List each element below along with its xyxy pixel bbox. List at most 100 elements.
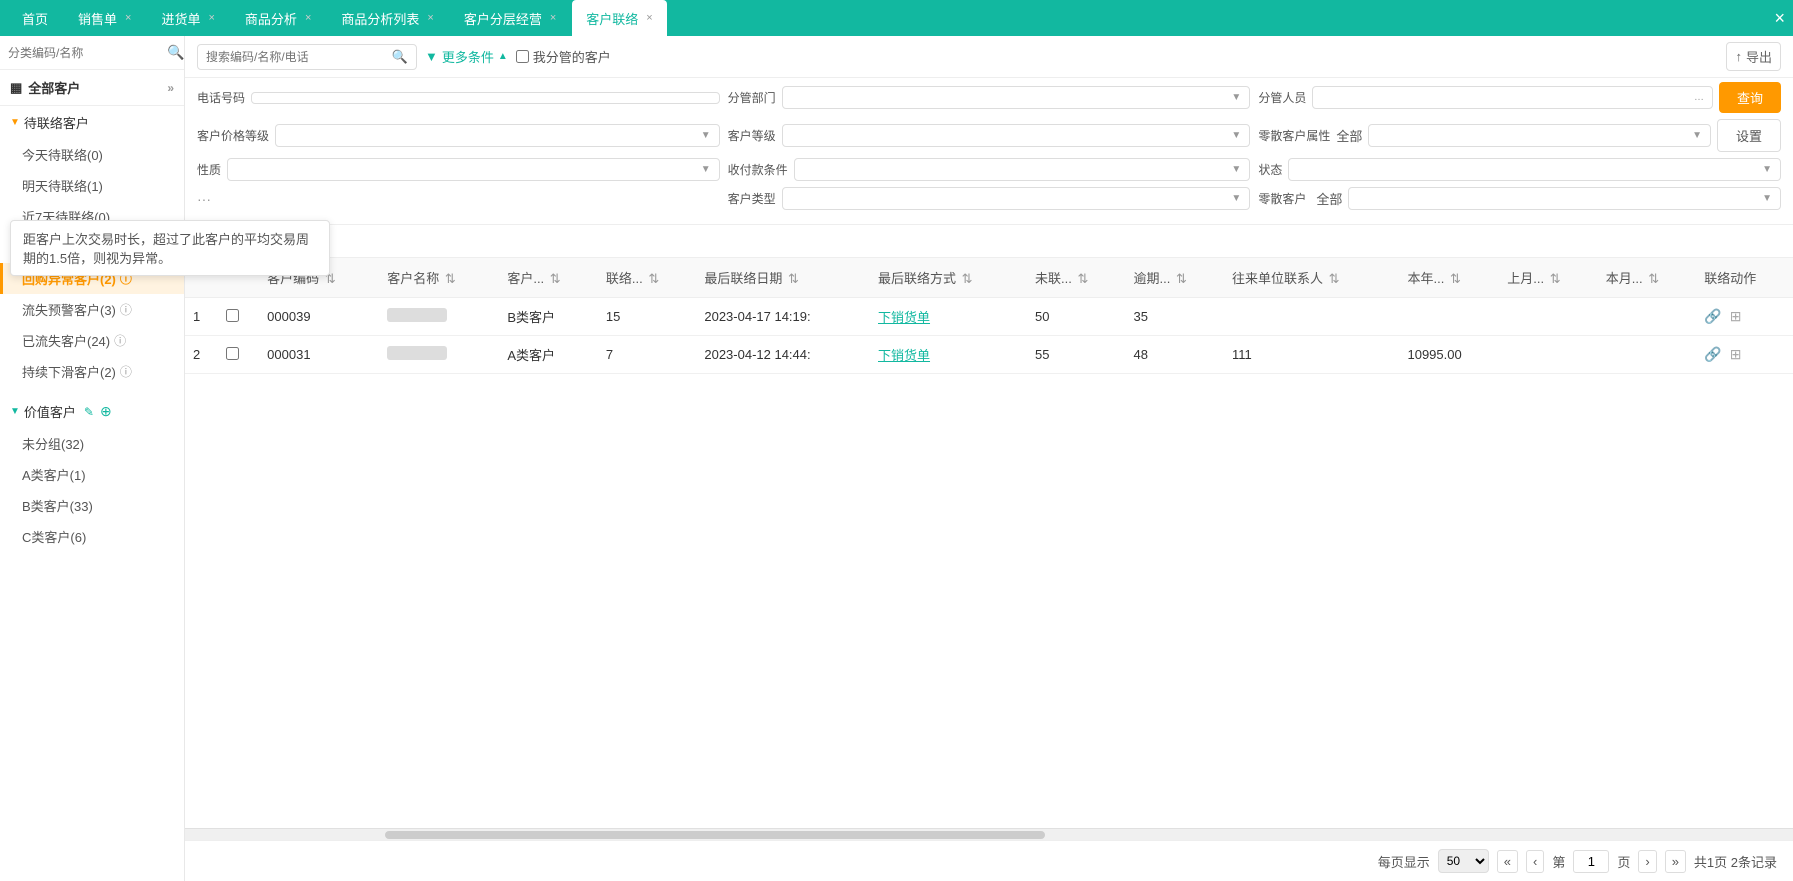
sort-icon-contact[interactable]: ⇅ [648, 271, 659, 286]
sidebar-search-input[interactable] [8, 46, 163, 60]
row2-action-grid-icon[interactable]: ⊞ [1730, 346, 1742, 363]
window-close-icon[interactable]: × [1774, 8, 1785, 29]
sort-icon-contact-person[interactable]: ⇅ [1329, 271, 1340, 286]
grid-icon: ▦ [10, 80, 22, 96]
row1-overdue: 35 [1126, 298, 1225, 336]
sort-icon-last-month[interactable]: ⇅ [1550, 271, 1561, 286]
edit-icon[interactable]: ✎ [84, 405, 94, 419]
settings-button[interactable]: 设置 [1717, 119, 1781, 152]
row1-not-contact: 50 [1027, 298, 1126, 336]
row2-last-method-link[interactable]: 下销货单 [878, 348, 930, 363]
nav-tab-home[interactable]: 首页 [8, 0, 62, 36]
sort-icon-this-month[interactable]: ⇅ [1648, 271, 1659, 286]
payment-dropdown-icon: ▼ [1231, 164, 1241, 175]
row2-last-month [1499, 336, 1598, 374]
nav-tab-sales-close[interactable]: × [125, 12, 131, 24]
retail-select[interactable]: ▼ [1348, 187, 1781, 210]
dept-label: 分管部门 [728, 89, 776, 106]
per-page-select[interactable]: 50 100 200 [1438, 849, 1489, 873]
more-conditions-btn[interactable]: ▼ 更多条件 ▲ [425, 47, 508, 66]
sort-icon-not-contact[interactable]: ⇅ [1077, 271, 1088, 286]
col-type: 客户... ⇅ [499, 258, 598, 298]
custtype-select[interactable]: ▼ [782, 187, 1251, 210]
row1-action-link-icon[interactable]: 🔗 [1704, 308, 1721, 325]
row2-name-blurred [387, 346, 447, 360]
first-page-btn[interactable]: « [1497, 850, 1518, 873]
level-label: 客户等级 [728, 127, 776, 144]
query-button[interactable]: 查询 [1719, 82, 1781, 113]
manager-select[interactable]: … [1312, 86, 1713, 109]
price-select[interactable]: ▼ [275, 124, 720, 147]
row2-select[interactable] [226, 347, 239, 360]
nav-tab-analysis-list[interactable]: 商品分析列表 × [327, 0, 447, 36]
sort-icon-name[interactable]: ⇅ [445, 271, 456, 286]
row1-name [379, 298, 499, 336]
filter-search-input[interactable] [206, 50, 388, 64]
nav-tab-customer-contact-close[interactable]: × [646, 12, 652, 24]
row1-select[interactable] [226, 309, 239, 322]
sidebar-item-a-class[interactable]: A类客户(1) [0, 459, 184, 490]
next-page-btn[interactable]: › [1638, 850, 1656, 873]
row1-action-grid-icon[interactable]: ⊞ [1730, 308, 1742, 325]
sidebar-collapse-icon[interactable]: » [167, 81, 174, 95]
sort-icon-last-method[interactable]: ⇅ [962, 271, 973, 286]
row1-last-method-link[interactable]: 下销货单 [878, 310, 930, 325]
nav-tab-purchase[interactable]: 进货单 × [147, 0, 228, 36]
retail-label: 零散客户 [1258, 190, 1306, 207]
sort-icon-overdue[interactable]: ⇅ [1176, 271, 1187, 286]
sidebar-item-churn-warning[interactable]: 流失预警客户(3) ⓘ [0, 294, 184, 325]
retail-attr-select[interactable]: ▼ [1368, 124, 1711, 147]
adv-filter-row-1: 电话号码 分管部门 ▼ 分管人员 … [197, 82, 1781, 113]
col-year-amount: 本年... ⇅ [1399, 258, 1499, 298]
more-dots[interactable]: ··· [197, 191, 211, 207]
sidebar-item-ungroup[interactable]: 未分组(32) [0, 428, 184, 459]
sidebar-group-value-header[interactable]: ▼ 价值客户 ✎ ⊕ [0, 395, 184, 428]
last-page-btn[interactable]: » [1665, 850, 1686, 873]
sidebar-item-declining[interactable]: 持续下滑客户(2) ⓘ [0, 356, 184, 387]
export-button[interactable]: ↑ 导出 [1726, 42, 1781, 71]
row2-action-link-icon[interactable]: 🔗 [1704, 346, 1721, 363]
plus-icon[interactable]: ⊕ [100, 403, 112, 420]
sort-icon-year-amount[interactable]: ⇅ [1450, 271, 1461, 286]
nav-tab-sales[interactable]: 销售单 × [64, 0, 145, 36]
sort-icon-type[interactable]: ⇅ [550, 271, 561, 286]
nav-tab-purchase-close[interactable]: × [208, 12, 214, 24]
row1-year-amount [1399, 298, 1499, 336]
prev-page-btn[interactable]: ‹ [1526, 850, 1544, 873]
nav-tab-analysis[interactable]: 商品分析 × [231, 0, 325, 36]
col-name: 客户名称 ⇅ [379, 258, 499, 298]
nav-tab-customer-contact[interactable]: 客户联络 × [572, 0, 666, 36]
filter-search-box: 🔍 [197, 44, 417, 70]
page-number-input[interactable] [1573, 850, 1609, 873]
level-select[interactable]: ▼ [782, 124, 1251, 147]
sidebar-item-c-class[interactable]: C类客户(6) [0, 521, 184, 552]
my-customer-checkbox[interactable] [516, 50, 529, 63]
phone-input[interactable] [251, 92, 720, 104]
nav-tab-customer-tier[interactable]: 客户分层经营 × [450, 0, 570, 36]
sidebar-item-b-class[interactable]: B类客户(33) [0, 490, 184, 521]
sidebar-item-tomorrow[interactable]: 明天待联络(1) [0, 170, 184, 201]
manager-label: 分管人员 [1258, 89, 1306, 106]
nav-tab-analysis-close[interactable]: × [305, 12, 311, 24]
horizontal-scrollbar[interactable] [185, 828, 1793, 840]
info-icon-3: ⓘ [120, 363, 132, 380]
sidebar-all-customers[interactable]: ▦ 全部客户 » [0, 70, 184, 106]
nav-tab-customer-tier-close[interactable]: × [550, 12, 556, 24]
gender-select[interactable]: ▼ [227, 158, 720, 181]
payment-select[interactable]: ▼ [794, 158, 1251, 181]
sidebar-item-churned[interactable]: 已流失客户(24) ⓘ [0, 325, 184, 356]
nav-tab-analysis-list-close[interactable]: × [427, 12, 433, 24]
col-last-month: 上月... ⇅ [1499, 258, 1598, 298]
sidebar-group-pending-header[interactable]: ▼ 待联络客户 [0, 106, 184, 139]
sidebar-search-bar: 🔍 [0, 36, 184, 70]
nav-tab-purchase-label: 进货单 [161, 9, 200, 28]
sort-icon-last-date[interactable]: ⇅ [788, 271, 799, 286]
row2-contact: 7 [598, 336, 697, 374]
filter-search-icon[interactable]: 🔍 [392, 49, 408, 65]
sidebar-item-today[interactable]: 今天待联络(0) [0, 139, 184, 170]
retail-attr-val: 全部 [1336, 126, 1362, 145]
dept-select[interactable]: ▼ [782, 86, 1251, 109]
status-select[interactable]: ▼ [1288, 158, 1781, 181]
sidebar-search-icon[interactable]: 🔍 [167, 44, 184, 61]
scrollbar-thumb[interactable] [385, 831, 1045, 839]
